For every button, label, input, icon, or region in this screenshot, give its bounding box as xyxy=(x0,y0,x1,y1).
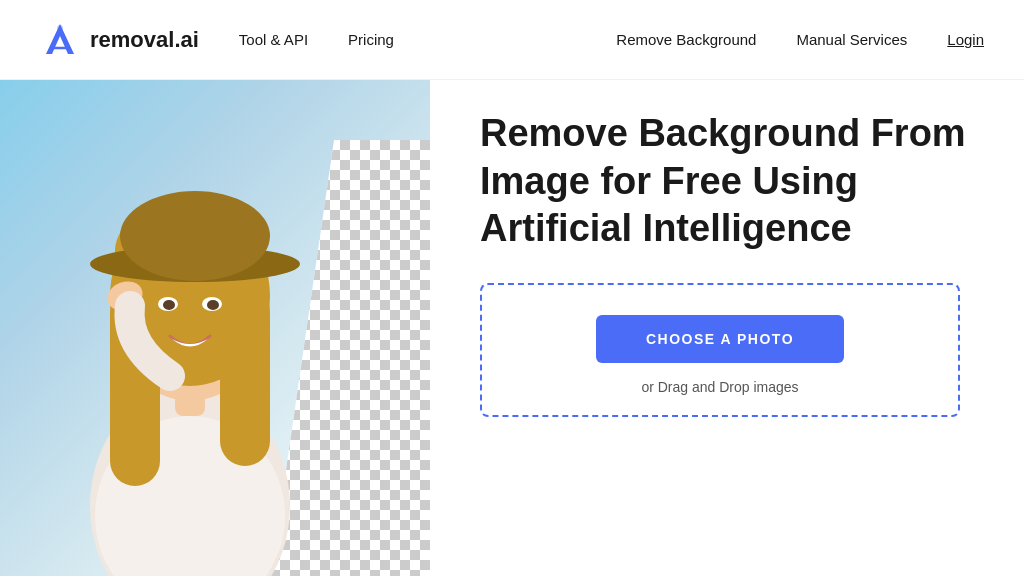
svg-rect-7 xyxy=(220,286,270,466)
woman-figure xyxy=(30,86,350,576)
nav-login[interactable]: Login xyxy=(947,31,984,48)
hero-content: Remove Background From Image for Free Us… xyxy=(430,80,1024,576)
hero-title: Remove Background From Image for Free Us… xyxy=(480,110,974,253)
nav-tool-api[interactable]: Tool & API xyxy=(239,31,308,48)
upload-box: CHOOSE A PHOTO or Drag and Drop images xyxy=(480,283,960,417)
logo-text: removal.ai xyxy=(90,27,199,53)
nav-remove-background[interactable]: Remove Background xyxy=(616,31,756,48)
main-content: Remove Background From Image for Free Us… xyxy=(0,80,1024,576)
nav-manual-services[interactable]: Manual Services xyxy=(796,31,907,48)
nav-pricing[interactable]: Pricing xyxy=(348,31,394,48)
choose-photo-button[interactable]: CHOOSE A PHOTO xyxy=(596,315,844,363)
hero-image-container xyxy=(0,80,430,576)
svg-point-0 xyxy=(57,25,63,31)
svg-point-14 xyxy=(207,300,219,310)
logo-link[interactable]: removal.ai xyxy=(40,20,199,60)
svg-point-10 xyxy=(120,191,270,281)
logo-icon xyxy=(40,20,80,60)
nav-left: Tool & API Pricing xyxy=(239,31,394,48)
hero-image-area xyxy=(0,80,430,576)
site-header: removal.ai Tool & API Pricing Remove Bac… xyxy=(0,0,1024,80)
svg-point-13 xyxy=(163,300,175,310)
drag-drop-label: or Drag and Drop images xyxy=(641,379,798,395)
nav-right: Remove Background Manual Services Login xyxy=(616,31,984,48)
